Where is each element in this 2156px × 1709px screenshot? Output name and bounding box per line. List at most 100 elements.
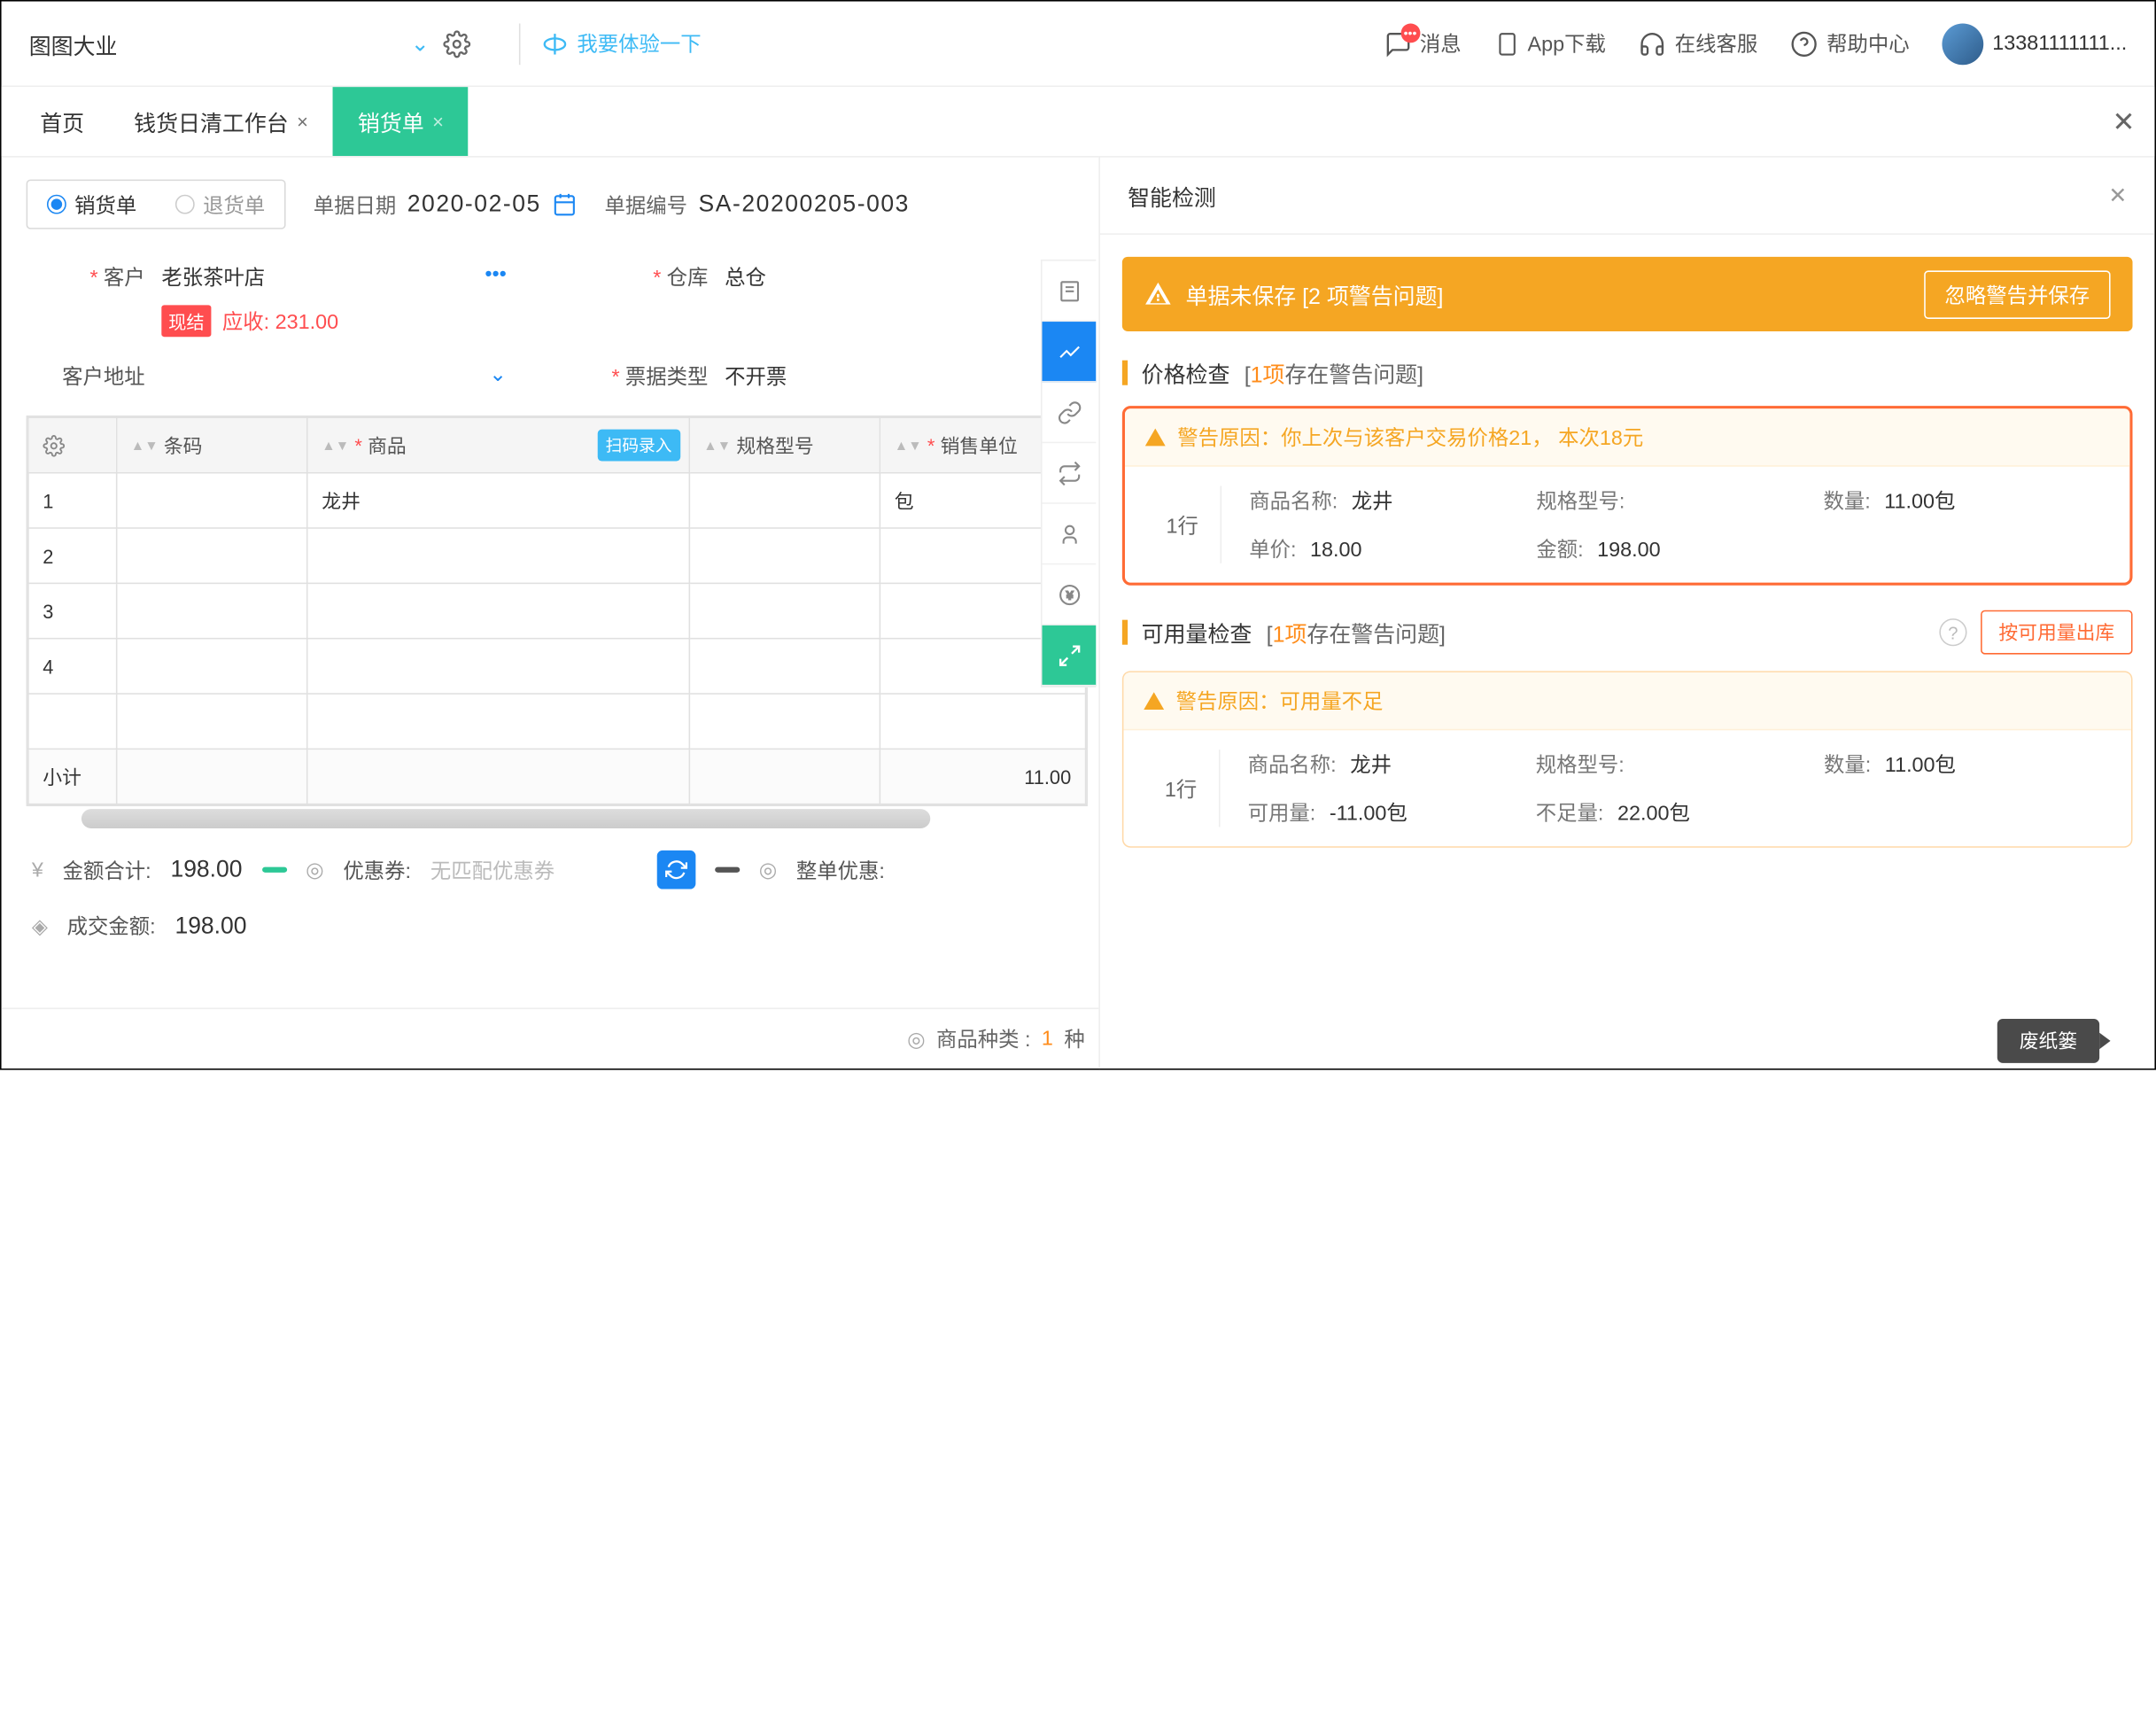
discount-icon: ◎: [759, 858, 777, 882]
date-label: 单据日期: [314, 190, 397, 219]
customer-input[interactable]: 老张茶叶店 •••: [161, 257, 507, 297]
avail-section-label: 可用量检查: [1142, 616, 1252, 649]
no-value: SA-20200205-003: [699, 190, 910, 218]
col-spec[interactable]: ▲▼规格型号: [689, 417, 880, 472]
nav-help-label: 帮助中心: [1826, 29, 1910, 58]
calendar-icon[interactable]: [552, 191, 577, 216]
table-row[interactable]: 4: [28, 639, 1086, 694]
money-icon[interactable]: ¥: [1042, 564, 1096, 625]
detail-price: 18.00: [1310, 539, 1362, 562]
tab-workbench[interactable]: 钱货日清工作台×: [109, 87, 333, 156]
table-row[interactable]: [28, 694, 1086, 749]
nav-service[interactable]: 在线客服: [1639, 29, 1757, 58]
warehouse-input[interactable]: 总仓: [725, 257, 890, 297]
yen-icon: ¥: [32, 858, 43, 881]
totals-row: ¥ 金额合计: 198.00 ◎ 优惠券: 无匹配优惠券 ◎ 整单优惠:: [27, 828, 1088, 911]
close-icon[interactable]: ×: [297, 111, 308, 133]
nav-service-label: 在线客服: [1675, 29, 1758, 58]
info-icon: ◎: [907, 1027, 925, 1052]
coupon-icon: ◎: [306, 858, 323, 882]
panel-title: 智能检测: [1128, 179, 1216, 212]
more-icon[interactable]: •••: [485, 262, 507, 285]
price-section-label: 价格检查: [1142, 356, 1230, 389]
close-all-icon[interactable]: ✕: [2113, 105, 2136, 139]
receivable-value: 231.00: [275, 311, 339, 334]
detail-spec: 规格型号:: [1536, 754, 1625, 777]
refresh-button[interactable]: [656, 851, 695, 889]
col-settings[interactable]: [28, 417, 116, 472]
tab-sales-label: 销货单: [358, 105, 424, 137]
amount-label: 金额合计:: [63, 855, 151, 884]
invoice-field: *票据类型 不开票: [589, 356, 890, 396]
chart-icon[interactable]: [1042, 322, 1096, 383]
trash-button[interactable]: 废纸篓: [1997, 1019, 2099, 1063]
nav-app[interactable]: App下载: [1494, 29, 1606, 58]
discount-label: 整单优惠:: [796, 855, 885, 884]
tab-sales[interactable]: 销货单 ×: [333, 87, 469, 156]
person-icon[interactable]: [1042, 504, 1096, 565]
table-row[interactable]: 2: [28, 528, 1086, 583]
warehouse-value: 总仓: [725, 267, 766, 290]
detail-spec: 规格型号:: [1536, 490, 1625, 513]
items-table: ▲▼条码 ▲▼*商品扫码录入 ▲▼规格型号 ▲▼*销售单位 1龙井包 2 3 4: [27, 416, 1088, 806]
deal-icon: ◈: [32, 913, 48, 938]
kinds-value: 1: [1042, 1027, 1053, 1050]
close-icon[interactable]: ✕: [2108, 182, 2127, 209]
left-pane: 销货单 退货单 单据日期 2020-02-05 单据编号 SA-20200205…: [2, 156, 1099, 1068]
col-barcode[interactable]: ▲▼条码: [116, 417, 307, 472]
doc-icon[interactable]: [1042, 261, 1096, 322]
nav-message[interactable]: ••• 消息: [1384, 29, 1461, 58]
address-label: 客户地址: [62, 366, 145, 389]
tabs-bar: 首页 钱货日清工作台× 销货单 × ✕: [2, 87, 2155, 156]
company-select[interactable]: 图图大业 ⌄: [29, 27, 443, 59]
swap-icon[interactable]: [1042, 443, 1096, 504]
experience-link[interactable]: 我要体验一下: [541, 29, 702, 58]
kinds-label: 商品种类 :: [936, 1024, 1030, 1053]
banner-text: 单据未保存 [2 项警告问题]: [1186, 277, 1444, 310]
horizontal-scrollbar[interactable]: [81, 809, 931, 828]
nav-app-label: App下载: [1527, 29, 1605, 58]
radio-return[interactable]: 退货单: [156, 181, 284, 228]
top-nav: ••• 消息 App下载 在线客服 帮助中心 13381111111...: [1384, 23, 2127, 65]
close-icon[interactable]: ×: [432, 111, 444, 133]
availability-warning-card: 警告原因：可用量不足 1行 商品名称:龙井 规格型号: 数量:11.00包 可用…: [1122, 671, 2133, 847]
customer-label: 客户: [104, 267, 145, 290]
col-product[interactable]: ▲▼*商品扫码录入: [307, 417, 689, 472]
invoice-input[interactable]: 不开票: [725, 356, 890, 396]
row-indicator: 1行: [1144, 486, 1221, 563]
coupon-input[interactable]: 无匹配优惠券: [430, 855, 638, 884]
table-row[interactable]: 1龙井包: [28, 473, 1086, 528]
availability-section: 可用量检查 [1项存在警告问题] ? 按可用量出库: [1122, 610, 2133, 655]
address-field: 客户地址 ⌄: [27, 356, 507, 396]
detail-qty: 11.00包: [1885, 754, 1956, 777]
expand-icon[interactable]: [1042, 625, 1096, 687]
row-indicator: 1行: [1143, 750, 1220, 827]
detail-avail: -11.00包: [1330, 802, 1408, 825]
warehouse-field: *仓库 总仓: [589, 257, 890, 337]
minus-icon: [261, 867, 286, 873]
chevron-down-icon: ⌄: [411, 30, 430, 58]
warning-icon: [1144, 280, 1172, 307]
nav-help[interactable]: 帮助中心: [1791, 29, 1910, 58]
address-input[interactable]: ⌄: [161, 356, 507, 367]
subtotal-row: 小计11.00: [28, 749, 1086, 804]
nav-message-label: 消息: [1420, 29, 1462, 58]
tab-home-label: 首页: [40, 105, 84, 137]
deal-label: 成交金额:: [67, 911, 156, 940]
radio-sale[interactable]: 销货单: [27, 181, 156, 228]
settle-badge: 现结: [161, 305, 211, 337]
out-by-avail-button[interactable]: 按可用量出库: [1981, 610, 2132, 655]
invoice-value: 不开票: [725, 366, 787, 389]
gear-icon[interactable]: [443, 29, 470, 58]
help-icon[interactable]: ?: [1939, 618, 1966, 646]
nav-user[interactable]: 13381111111...: [1943, 23, 2127, 65]
scan-button[interactable]: 扫码录入: [597, 430, 680, 462]
link-icon[interactable]: [1042, 383, 1096, 444]
ignore-save-button[interactable]: 忽略警告并保存: [1924, 270, 2110, 319]
order-date-field[interactable]: 单据日期 2020-02-05: [314, 190, 578, 219]
chevron-down-icon: ⌄: [489, 361, 507, 386]
invoice-label: 票据类型: [625, 366, 709, 389]
tab-home[interactable]: 首页: [15, 87, 109, 156]
table-row[interactable]: 3: [28, 583, 1086, 638]
warning-reason: 警告原因：可用量不足: [1123, 672, 2131, 730]
